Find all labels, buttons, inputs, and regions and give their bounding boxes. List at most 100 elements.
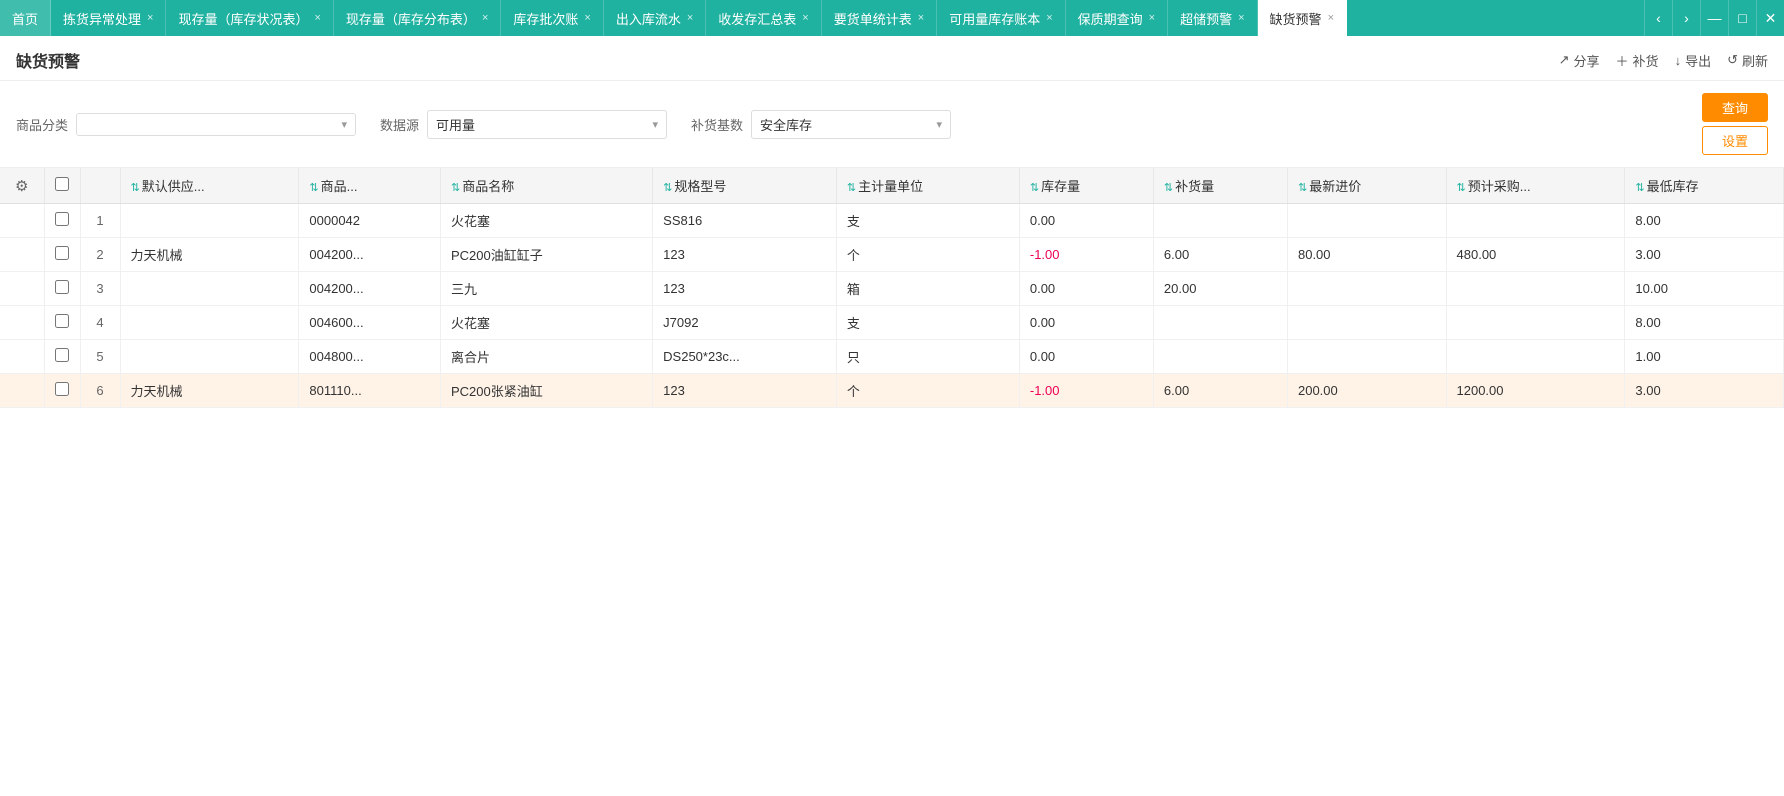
refresh-action[interactable]: ↺ 刷新 xyxy=(1727,51,1768,70)
row-checkbox-3[interactable] xyxy=(55,314,69,328)
tab-item-6[interactable]: 收发存汇总表× xyxy=(706,0,821,36)
row-supplier-2 xyxy=(120,272,299,306)
row-check-2[interactable] xyxy=(44,272,80,306)
stock-sort-icon: ⇅ xyxy=(1030,182,1039,194)
query-button[interactable]: 查询 xyxy=(1702,93,1768,122)
row-check-0[interactable] xyxy=(44,204,80,238)
base-label: 补货基数 xyxy=(691,115,743,134)
window-close-button[interactable]: ✕ xyxy=(1756,0,1784,36)
tab-label-11: 缺货预警 xyxy=(1270,9,1322,28)
row-code-2: 004200... xyxy=(299,272,441,306)
settings-button[interactable]: 设置 xyxy=(1702,126,1768,155)
th-settings[interactable]: ⚙ xyxy=(0,168,44,204)
tab-item-7[interactable]: 要货单统计表× xyxy=(822,0,937,36)
row-name-4: 离合片 xyxy=(440,340,652,374)
tab-item-4[interactable]: 库存批次账 × xyxy=(501,0,603,36)
tab-close-1[interactable]: × xyxy=(147,12,153,24)
row-spec-2: 123 xyxy=(653,272,837,306)
tab-label-3: 现存量（库存分布表） xyxy=(346,9,476,28)
tab-label-8: 可用量库存账本 xyxy=(949,9,1040,28)
row-replenish-5: 6.00 xyxy=(1153,374,1287,408)
table-row: 5004800...离合片DS250*23c...只0.001.00 xyxy=(0,340,1784,374)
tab-label-5: 出入库流水 xyxy=(616,9,681,28)
th-name[interactable]: ⇅商品名称 xyxy=(440,168,652,204)
tab-close-6[interactable]: × xyxy=(802,12,808,24)
row-settings-0 xyxy=(0,204,44,238)
th-spec[interactable]: ⇅规格型号 xyxy=(653,168,837,204)
row-checkbox-2[interactable] xyxy=(55,280,69,294)
th-replenish[interactable]: ⇅补货量 xyxy=(1153,168,1287,204)
tab-item-9[interactable]: 保质期查询 × xyxy=(1066,0,1168,36)
base-value: 安全库存 xyxy=(760,115,812,134)
export-icon: ↓ xyxy=(1675,53,1682,68)
row-checkbox-1[interactable] xyxy=(55,246,69,260)
row-checkbox-5[interactable] xyxy=(55,382,69,396)
row-check-1[interactable] xyxy=(44,238,80,272)
row-checkbox-0[interactable] xyxy=(55,212,69,226)
th-stock[interactable]: ⇅库存量 xyxy=(1019,168,1153,204)
datasource-select[interactable]: 可用量 ▾ xyxy=(427,110,667,139)
row-check-4[interactable] xyxy=(44,340,80,374)
tab-close-5[interactable]: × xyxy=(687,12,693,24)
window-maximize-button[interactable]: □ xyxy=(1728,0,1756,36)
row-min-stock-2: 10.00 xyxy=(1625,272,1784,306)
tab-item-5[interactable]: 出入库流水 × xyxy=(604,0,706,36)
tab-close-7[interactable]: × xyxy=(918,12,924,24)
th-unit[interactable]: ⇅主计量单位 xyxy=(836,168,1019,204)
tab-item-2[interactable]: 现存量（库存状况表）× xyxy=(166,0,333,36)
tab-close-3[interactable]: × xyxy=(482,12,488,24)
refresh-icon: ↺ xyxy=(1727,52,1738,68)
tab-item-11[interactable]: 缺货预警 × xyxy=(1258,0,1347,36)
table-row: 3004200...三九123箱0.0020.0010.00 xyxy=(0,272,1784,306)
th-check[interactable] xyxy=(44,168,80,204)
row-min-stock-1: 3.00 xyxy=(1625,238,1784,272)
row-name-5: PC200张紧油缸 xyxy=(440,374,652,408)
tab-item-1[interactable]: 拣货异常处理 × xyxy=(51,0,166,36)
window-minimize-button[interactable]: — xyxy=(1700,0,1728,36)
tab-label-10: 超储预警 xyxy=(1180,9,1232,28)
th-est-purchase[interactable]: ⇅预计采购... xyxy=(1446,168,1625,204)
tab-label-4: 库存批次账 xyxy=(513,9,578,28)
row-check-3[interactable] xyxy=(44,306,80,340)
row-replenish-0 xyxy=(1153,204,1287,238)
table-settings-icon[interactable]: ⚙ xyxy=(15,178,28,195)
base-select[interactable]: 安全库存 ▾ xyxy=(751,110,951,139)
row-code-4: 004800... xyxy=(299,340,441,374)
th-latest-price[interactable]: ⇅最新进价 xyxy=(1287,168,1446,204)
row-settings-2 xyxy=(0,272,44,306)
row-num-2: 3 xyxy=(80,272,120,306)
row-replenish-2: 20.00 xyxy=(1153,272,1287,306)
share-action[interactable]: ↗ 分享 xyxy=(1559,51,1600,70)
tab-close-8[interactable]: × xyxy=(1046,12,1052,24)
tab-close-2[interactable]: × xyxy=(314,12,320,24)
table-row: 2力天机械004200...PC200油缸缸子123个-1.006.0080.0… xyxy=(0,238,1784,272)
tab-close-11[interactable]: × xyxy=(1328,12,1334,24)
row-unit-0: 支 xyxy=(836,204,1019,238)
th-replenish-label: 补货量 xyxy=(1175,179,1214,194)
select-all-checkbox[interactable] xyxy=(55,177,69,191)
row-stock-2: 0.00 xyxy=(1019,272,1153,306)
tab-close-9[interactable]: × xyxy=(1149,12,1155,24)
tab-item-10[interactable]: 超储预警 × xyxy=(1168,0,1257,36)
supplier-sort-icon: ⇅ xyxy=(131,182,140,194)
tab-item-8[interactable]: 可用量库存账本 × xyxy=(937,0,1065,36)
replenish-action[interactable]: ＋ 补货 xyxy=(1616,51,1659,70)
th-code[interactable]: ⇅商品... xyxy=(299,168,441,204)
row-supplier-4 xyxy=(120,340,299,374)
export-action[interactable]: ↓ 导出 xyxy=(1675,51,1712,70)
tab-item-0[interactable]: 首页 xyxy=(0,0,51,36)
th-supplier[interactable]: ⇅默认供应... xyxy=(120,168,299,204)
tab-next-button[interactable]: › xyxy=(1672,0,1700,36)
code-sort-icon: ⇅ xyxy=(309,182,318,194)
tab-item-3[interactable]: 现存量（库存分布表） × xyxy=(334,0,501,36)
tab-close-10[interactable]: × xyxy=(1238,12,1244,24)
tab-label-9: 保质期查询 xyxy=(1078,9,1143,28)
row-checkbox-4[interactable] xyxy=(55,348,69,362)
row-check-5[interactable] xyxy=(44,374,80,408)
category-label: 商品分类 xyxy=(16,115,68,134)
tab-close-4[interactable]: × xyxy=(584,12,590,24)
th-min-stock[interactable]: ⇅最低库存 xyxy=(1625,168,1784,204)
category-select[interactable]: ▾ xyxy=(76,113,356,136)
tab-label-1: 拣货异常处理 xyxy=(63,9,141,28)
tab-prev-button[interactable]: ‹ xyxy=(1644,0,1672,36)
